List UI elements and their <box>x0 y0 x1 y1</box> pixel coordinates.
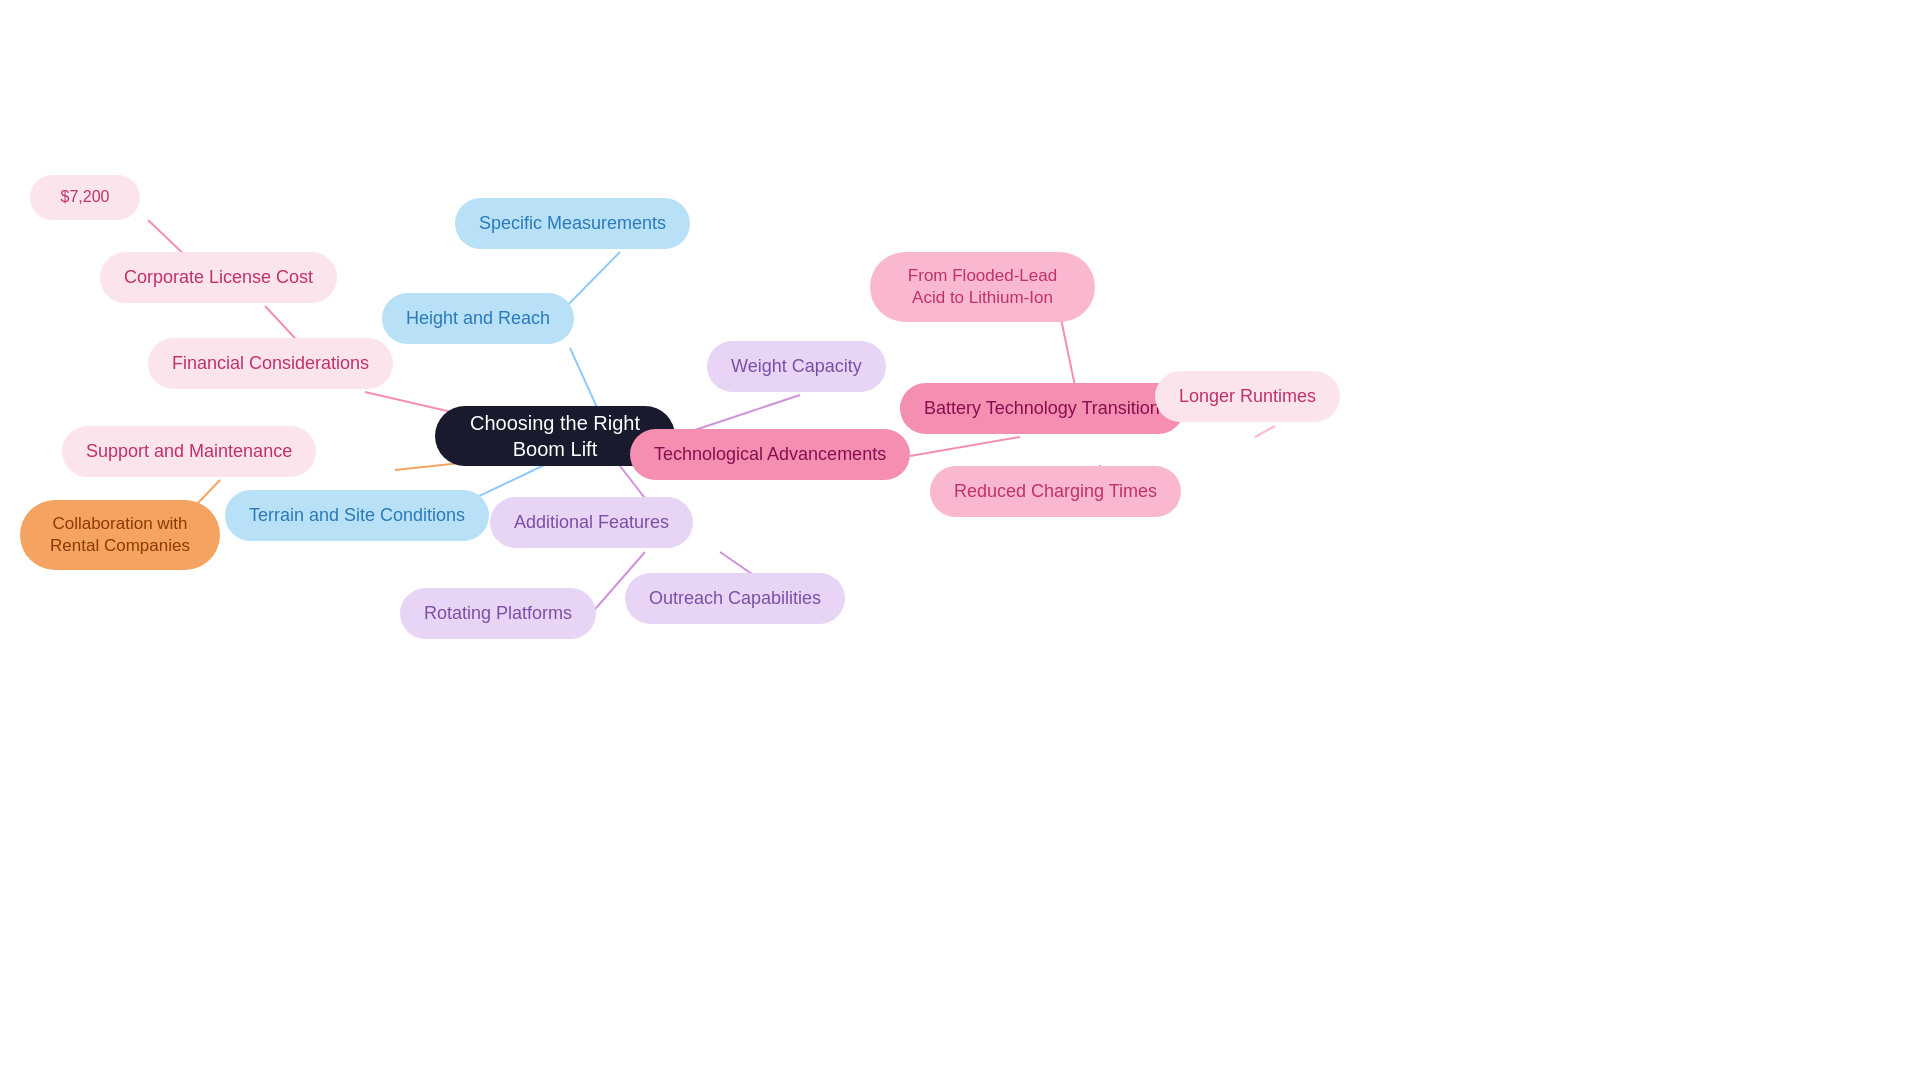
flooded-lead-acid-node: From Flooded-Lead Acid to Lithium-Ion <box>870 252 1095 322</box>
weight-capacity-node: Weight Capacity <box>707 341 886 392</box>
price-node: $7,200 <box>30 175 140 220</box>
additional-features-node: Additional Features <box>490 497 693 548</box>
svg-line-2 <box>695 395 800 430</box>
rotating-platforms-node: Rotating Platforms <box>400 588 596 639</box>
specific-measurements-node: Specific Measurements <box>455 198 690 249</box>
corporate-license-cost-node: Corporate License Cost <box>100 252 337 303</box>
collaboration-rental-node: Collaboration with Rental Companies <box>20 500 220 570</box>
support-maintenance-node: Support and Maintenance <box>62 426 316 477</box>
financial-considerations-node: Financial Considerations <box>148 338 393 389</box>
technological-advancements-node: Technological Advancements <box>630 429 910 480</box>
outreach-capabilities-node: Outreach Capabilities <box>625 573 845 624</box>
terrain-site-node: Terrain and Site Conditions <box>225 490 489 541</box>
height-reach-node: Height and Reach <box>382 293 574 344</box>
svg-line-15 <box>1255 426 1275 437</box>
battery-technology-node: Battery Technology Transition <box>900 383 1184 434</box>
svg-line-13 <box>910 437 1020 456</box>
longer-runtimes-node: Longer Runtimes <box>1155 371 1340 422</box>
reduced-charging-node: Reduced Charging Times <box>930 466 1181 517</box>
